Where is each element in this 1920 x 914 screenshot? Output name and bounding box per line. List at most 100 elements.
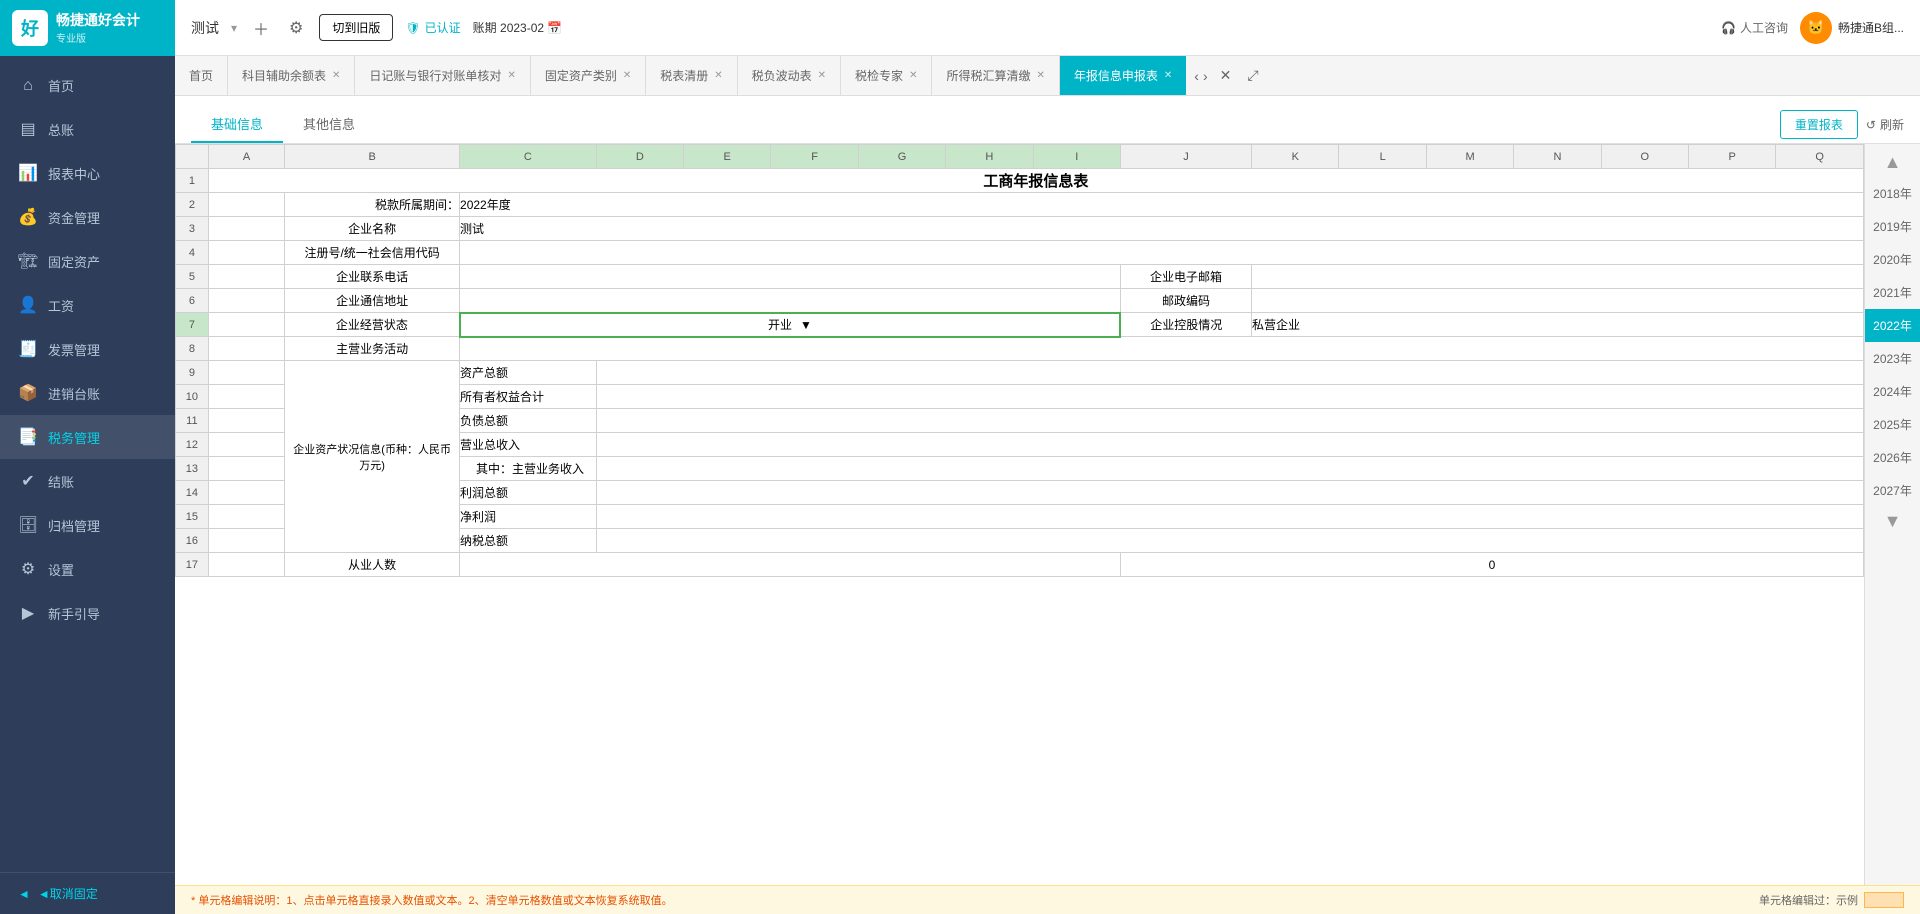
tab-journal[interactable]: 日记账与银行对账单核对 ✕ bbox=[355, 56, 530, 96]
col-header-N[interactable]: N bbox=[1514, 145, 1601, 169]
col-header-H[interactable]: H bbox=[946, 145, 1033, 169]
tab-expand-button[interactable]: ⤢ bbox=[1243, 67, 1262, 84]
tab-fixed-close[interactable]: ✕ bbox=[623, 70, 631, 81]
col-header-L[interactable]: L bbox=[1339, 145, 1426, 169]
tab-fixed[interactable]: 固定资产类别 ✕ bbox=[531, 56, 646, 96]
cell-13d[interactable] bbox=[596, 457, 1863, 481]
cell-3c[interactable]: 测试 bbox=[460, 217, 1864, 241]
sidebar-item-archive[interactable]: 🗄 归档管理 bbox=[0, 503, 175, 547]
reset-button[interactable]: 重置报表 bbox=[1780, 110, 1858, 139]
cell-15a[interactable] bbox=[208, 505, 284, 529]
tab-prev-button[interactable]: ‹ bbox=[1194, 68, 1199, 84]
sidebar-item-settle[interactable]: ✔ 结账 bbox=[0, 459, 175, 503]
tab-taxform-close[interactable]: ✕ bbox=[714, 70, 722, 81]
cell-7k[interactable]: 私营企业 bbox=[1252, 313, 1864, 337]
spreadsheet-main[interactable]: A B C D E F G H I J K L M bbox=[175, 144, 1864, 885]
col-header-B[interactable]: B bbox=[285, 145, 460, 169]
cell-2a[interactable] bbox=[208, 193, 284, 217]
cell-17c[interactable] bbox=[460, 553, 1121, 577]
old-version-button[interactable]: 切到旧版 bbox=[319, 14, 393, 41]
cell-14d[interactable] bbox=[596, 481, 1863, 505]
refresh-button[interactable]: ↺ 刷新 bbox=[1866, 116, 1904, 133]
col-header-E[interactable]: E bbox=[684, 145, 771, 169]
tab-annual-close[interactable]: ✕ bbox=[1164, 70, 1172, 81]
tab-taxcheck-close[interactable]: ✕ bbox=[909, 70, 917, 81]
tab-taxwave[interactable]: 税负波动表 ✕ bbox=[738, 56, 841, 96]
cell-9d[interactable] bbox=[596, 361, 1863, 385]
tab-annual[interactable]: 年报信息申报表 ✕ bbox=[1060, 56, 1186, 96]
cell-10a[interactable] bbox=[208, 385, 284, 409]
cell-5c[interactable] bbox=[460, 265, 1121, 289]
cell-12a[interactable] bbox=[208, 433, 284, 457]
tab-aux[interactable]: 科目辅助余额表 ✕ bbox=[228, 56, 355, 96]
sidebar-item-tax[interactable]: 📑 税务管理 bbox=[0, 415, 175, 459]
cell-5k[interactable] bbox=[1252, 265, 1864, 289]
cell-7a[interactable] bbox=[208, 313, 284, 337]
cell-17j[interactable]: 0 bbox=[1120, 553, 1863, 577]
col-header-I[interactable]: I bbox=[1033, 145, 1120, 169]
subtab-other[interactable]: 其他信息 bbox=[283, 106, 375, 143]
tab-taxwave-close[interactable]: ✕ bbox=[818, 70, 826, 81]
col-header-P[interactable]: P bbox=[1689, 145, 1776, 169]
sidebar-item-inout[interactable]: 📦 进销台账 bbox=[0, 371, 175, 415]
col-header-F[interactable]: F bbox=[771, 145, 858, 169]
cell-10d[interactable] bbox=[596, 385, 1863, 409]
cell-17a[interactable] bbox=[208, 553, 284, 577]
cell-11d[interactable] bbox=[596, 409, 1863, 433]
cell-11a[interactable] bbox=[208, 409, 284, 433]
cell-15d[interactable] bbox=[596, 505, 1863, 529]
cell-7c-dropdown[interactable]: 开业 ▼ bbox=[460, 313, 1121, 337]
tab-taxform[interactable]: 税表清册 ✕ bbox=[646, 56, 737, 96]
cell-14a[interactable] bbox=[208, 481, 284, 505]
col-header-J[interactable]: J bbox=[1120, 145, 1251, 169]
col-header-O[interactable]: O bbox=[1601, 145, 1688, 169]
cell-12d[interactable] bbox=[596, 433, 1863, 457]
sidebar-item-payroll[interactable]: 👤 工资 bbox=[0, 283, 175, 327]
tab-aux-close[interactable]: ✕ bbox=[332, 70, 340, 81]
col-header-M[interactable]: M bbox=[1426, 145, 1513, 169]
tab-close-all-button[interactable]: ✕ bbox=[1212, 67, 1240, 84]
col-header-A[interactable]: A bbox=[208, 145, 284, 169]
col-header-C[interactable]: C bbox=[460, 145, 597, 169]
year-2023[interactable]: 2023年 bbox=[1865, 342, 1920, 375]
sidebar-collapse[interactable]: ◄ ◄取消固定 bbox=[0, 872, 175, 914]
cell-title[interactable]: 工商年报信息表 bbox=[208, 169, 1863, 193]
support-button[interactable]: 🎧 人工咨询 bbox=[1721, 19, 1788, 36]
subtab-basic[interactable]: 基础信息 bbox=[191, 106, 283, 143]
topbar-settings-icon[interactable]: ⚙ bbox=[285, 14, 307, 42]
year-2018[interactable]: 2018年 bbox=[1865, 177, 1920, 210]
cell-6a[interactable] bbox=[208, 289, 284, 313]
tab-next-button[interactable]: › bbox=[1203, 68, 1208, 84]
year-2021[interactable]: 2021年 bbox=[1865, 276, 1920, 309]
cell-6k[interactable] bbox=[1252, 289, 1864, 313]
year-2025[interactable]: 2025年 bbox=[1865, 408, 1920, 441]
user-menu[interactable]: 🐱 畅捷通B组... bbox=[1800, 12, 1904, 44]
topbar-add-button[interactable]: ＋ bbox=[249, 12, 273, 44]
cell-9a[interactable] bbox=[208, 361, 284, 385]
year-2019[interactable]: 2019年 bbox=[1865, 210, 1920, 243]
year-2022[interactable]: 2022年 bbox=[1865, 309, 1920, 342]
col-header-K[interactable]: K bbox=[1252, 145, 1339, 169]
sidebar-item-settings[interactable]: ⚙ 设置 bbox=[0, 547, 175, 591]
cell-4c[interactable] bbox=[460, 241, 1864, 265]
sidebar-item-invoice[interactable]: 🧾 发票管理 bbox=[0, 327, 175, 371]
sidebar-item-guide[interactable]: ▶ 新手引导 bbox=[0, 591, 175, 635]
tab-income[interactable]: 所得税汇算清缴 ✕ bbox=[932, 56, 1059, 96]
cell-3a[interactable] bbox=[208, 217, 284, 241]
cell-4a[interactable] bbox=[208, 241, 284, 265]
tab-taxcheck[interactable]: 税检专家 ✕ bbox=[841, 56, 932, 96]
tab-journal-close[interactable]: ✕ bbox=[507, 70, 515, 81]
sidebar-item-home[interactable]: ⌂ 首页 bbox=[0, 64, 175, 107]
cell-5a[interactable] bbox=[208, 265, 284, 289]
year-up-button[interactable]: ▲ bbox=[1865, 148, 1920, 177]
cell-6c[interactable] bbox=[460, 289, 1121, 313]
year-down-button[interactable]: ▼ bbox=[1865, 507, 1920, 536]
year-2020[interactable]: 2020年 bbox=[1865, 243, 1920, 276]
col-header-G[interactable]: G bbox=[858, 145, 945, 169]
year-2026[interactable]: 2026年 bbox=[1865, 441, 1920, 474]
cell-16a[interactable] bbox=[208, 529, 284, 553]
cell-8a[interactable] bbox=[208, 337, 284, 361]
year-2024[interactable]: 2024年 bbox=[1865, 375, 1920, 408]
sidebar-item-ledger[interactable]: ▤ 总账 bbox=[0, 107, 175, 151]
sidebar-item-asset[interactable]: 🏗 固定资产 bbox=[0, 239, 175, 283]
